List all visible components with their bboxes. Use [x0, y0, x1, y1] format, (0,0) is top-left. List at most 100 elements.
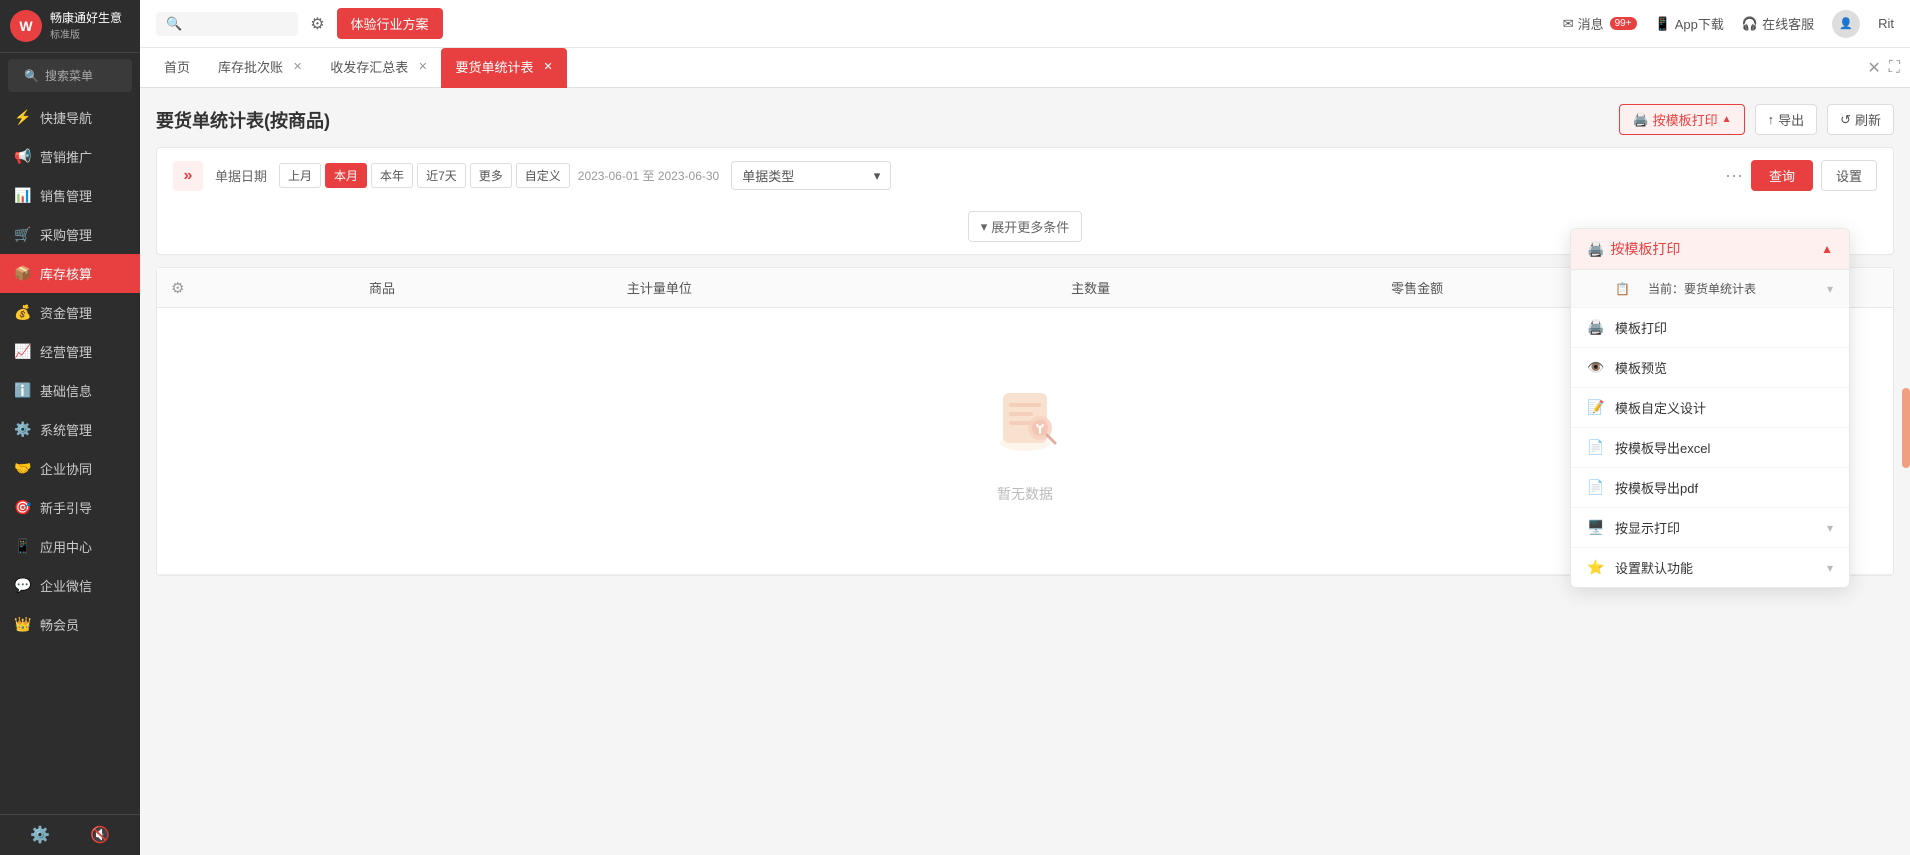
dropdown-template-print[interactable]: 🖨️ 模板打印 [1571, 308, 1849, 348]
sidebar-item-marketing[interactable]: 📢 营销推广 [0, 137, 140, 176]
filter-more-icon[interactable]: ··· [1725, 165, 1743, 186]
sidebar-search[interactable]: 🔍 搜索菜单 [8, 59, 132, 92]
sidebar-search-label: 搜索菜单 [45, 67, 93, 84]
sidebar-item-label: 经营管理 [40, 342, 92, 361]
expand-more-label: 展开更多条件 [991, 217, 1069, 236]
date-btn-this-year[interactable]: 本年 [371, 163, 413, 188]
template-custom-icon: 📝 [1587, 399, 1605, 416]
tab-inventory-batch-close[interactable]: ✕ [293, 60, 302, 73]
dropdown-set-default[interactable]: ⭐ 设置默认功能 ▾ [1571, 548, 1849, 587]
date-btn-more[interactable]: 更多 [470, 163, 512, 188]
topbar-gear-icon[interactable]: ⚙ [310, 14, 324, 34]
tab-collection-summary[interactable]: 收发存汇总表 ✕ [316, 48, 441, 88]
topbar-right: ✉ 消息 99+ 📱 App下载 🎧 在线客服 👤 Rit [1563, 10, 1894, 38]
tab-collection-summary-close[interactable]: ✕ [418, 60, 427, 73]
sidebar-item-label: 新手引导 [40, 498, 92, 517]
display-print-icon: 🖥️ [1587, 519, 1605, 536]
app-download-item[interactable]: 📱 App下载 [1655, 14, 1724, 33]
avatar[interactable]: 👤 [1832, 10, 1860, 38]
dropdown-collapse-arrow[interactable]: ▲ [1821, 242, 1833, 256]
dropdown-template-preview[interactable]: 👁️ 模板预览 [1571, 348, 1849, 388]
filter-expand-button[interactable]: » [173, 161, 203, 191]
date-btn-this-month[interactable]: 本月 [325, 163, 367, 188]
query-button[interactable]: 查询 [1751, 160, 1813, 191]
online-service-item[interactable]: 🎧 在线客服 [1742, 14, 1814, 33]
tab-order-stats-close[interactable]: ✕ [544, 60, 553, 73]
col-settings[interactable]: ⚙ [157, 268, 355, 308]
order-type-select[interactable]: 单据类型 ▾ [731, 161, 891, 190]
filter-settings-button[interactable]: 设置 [1821, 160, 1877, 191]
dropdown-title: 🖨️ 按模板打印 [1587, 239, 1680, 259]
tab-home[interactable]: 首页 [150, 48, 204, 88]
set-default-label: 设置默认功能 [1615, 558, 1693, 577]
sidebar-item-member[interactable]: 👑 畅会员 [0, 605, 140, 644]
sidebar-item-inventory[interactable]: 📦 库存核算 [0, 254, 140, 293]
export-excel-icon: 📄 [1587, 439, 1605, 456]
sidebar-item-appstore[interactable]: 📱 应用中心 [0, 527, 140, 566]
col-qty: 主数量 [1057, 268, 1377, 308]
page-area: 要货单统计表(按商品) 🖨️ 按模板打印 ▲ ↑ 导出 ↺ 刷新 [140, 88, 1910, 855]
date-btn-last-month[interactable]: 上月 [279, 163, 321, 188]
sidebar-item-cooperation[interactable]: 🤝 企业协同 [0, 449, 140, 488]
export-button[interactable]: ↑ 导出 [1755, 104, 1818, 135]
guide-icon: 🎯 [14, 499, 32, 517]
export-icon: ↑ [1768, 112, 1775, 127]
date-btn-custom[interactable]: 自定义 [516, 163, 570, 188]
sidebar-item-quick-nav[interactable]: ⚡ 快捷导航 [0, 98, 140, 137]
refresh-icon: ↺ [1840, 112, 1851, 128]
appstore-icon: 📱 [14, 538, 32, 556]
sidebar-item-finance[interactable]: 💰 资金管理 [0, 293, 140, 332]
filter-right-buttons: ··· 查询 设置 [1725, 160, 1877, 191]
experience-button[interactable]: 体验行业方案 [337, 8, 443, 39]
settings-bottom-icon[interactable]: ⚙️ [30, 825, 50, 845]
mute-icon[interactable]: 🔇 [90, 825, 110, 845]
online-service-label: 在线客服 [1762, 14, 1814, 33]
template-icon: 📋 [1615, 282, 1630, 296]
tab-inventory-batch[interactable]: 库存批次账 ✕ [204, 48, 316, 88]
dropdown-title-text: 按模板打印 [1610, 239, 1680, 259]
sidebar-item-label: 企业协同 [40, 459, 92, 478]
page-title: 要货单统计表(按商品) [156, 107, 330, 133]
tabs-maximize-icon[interactable]: ⛶ [1889, 59, 1900, 77]
order-type-dropdown-arrow: ▾ [874, 168, 881, 184]
dropdown-display-print[interactable]: 🖥️ 按显示打印 ▾ [1571, 508, 1849, 548]
username: Rit [1878, 16, 1894, 31]
topbar-search-icon: 🔍 [166, 16, 182, 32]
sidebar-item-operation[interactable]: 📈 经营管理 [0, 332, 140, 371]
sidebar-item-wechat[interactable]: 💬 企业微信 [0, 566, 140, 605]
current-template-item[interactable]: 📋 当前：要货单统计表 ▾ [1571, 270, 1849, 308]
table-settings-icon[interactable]: ⚙ [171, 280, 184, 297]
cooperation-icon: 🤝 [14, 460, 32, 478]
sidebar-item-basic-info[interactable]: ℹ️ 基础信息 [0, 371, 140, 410]
empty-icon [985, 378, 1065, 472]
sidebar-item-label: 销售管理 [40, 186, 92, 205]
print-button[interactable]: 🖨️ 按模板打印 ▲ [1619, 104, 1744, 135]
topbar: 🔍 ⚙ 体验行业方案 ✉ 消息 99+ 📱 App下载 🎧 在线客服 👤 Rit [140, 0, 1910, 48]
dropdown-export-pdf[interactable]: 📄 按模板导出pdf [1571, 468, 1849, 508]
template-print-icon: 🖨️ [1587, 319, 1605, 336]
tabs-close-all-icon[interactable]: ✕ [1867, 58, 1880, 78]
dropdown-template-custom[interactable]: 📝 模板自定义设计 [1571, 388, 1849, 428]
sidebar-item-system[interactable]: ⚙️ 系统管理 [0, 410, 140, 449]
headset-icon: 🎧 [1742, 16, 1758, 32]
expand-more-button[interactable]: ▾ 展开更多条件 [968, 211, 1083, 242]
messages-item[interactable]: ✉ 消息 99+ [1563, 14, 1637, 33]
wechat-icon: 💬 [14, 577, 32, 595]
date-btn-7days[interactable]: 近7天 [417, 163, 466, 188]
marketing-icon: 📢 [14, 148, 32, 166]
export-excel-label: 按模板导出excel [1615, 438, 1710, 457]
sidebar-nav: ⚡ 快捷导航 📢 营销推广 📊 销售管理 🛒 采购管理 📦 库存核算 💰 资金管… [0, 98, 140, 814]
refresh-button[interactable]: ↺ 刷新 [1827, 104, 1894, 135]
dropdown-export-excel[interactable]: 📄 按模板导出excel [1571, 428, 1849, 468]
sidebar-item-sales[interactable]: 📊 销售管理 [0, 176, 140, 215]
set-default-icon: ⭐ [1587, 559, 1605, 576]
logo-icon: W [10, 10, 42, 42]
topbar-search[interactable]: 🔍 [156, 12, 298, 36]
app-logo: W 畅康通好生意 标准版 [0, 0, 140, 53]
right-scrollbar[interactable] [1902, 388, 1910, 468]
sidebar-item-guide[interactable]: 🎯 新手引导 [0, 488, 140, 527]
date-range: 2023-06-01 至 2023-06-30 [578, 167, 719, 184]
topbar-search-input[interactable] [188, 17, 288, 31]
sidebar-item-purchase[interactable]: 🛒 采购管理 [0, 215, 140, 254]
tab-order-stats[interactable]: 要货单统计表 ✕ [441, 48, 566, 88]
